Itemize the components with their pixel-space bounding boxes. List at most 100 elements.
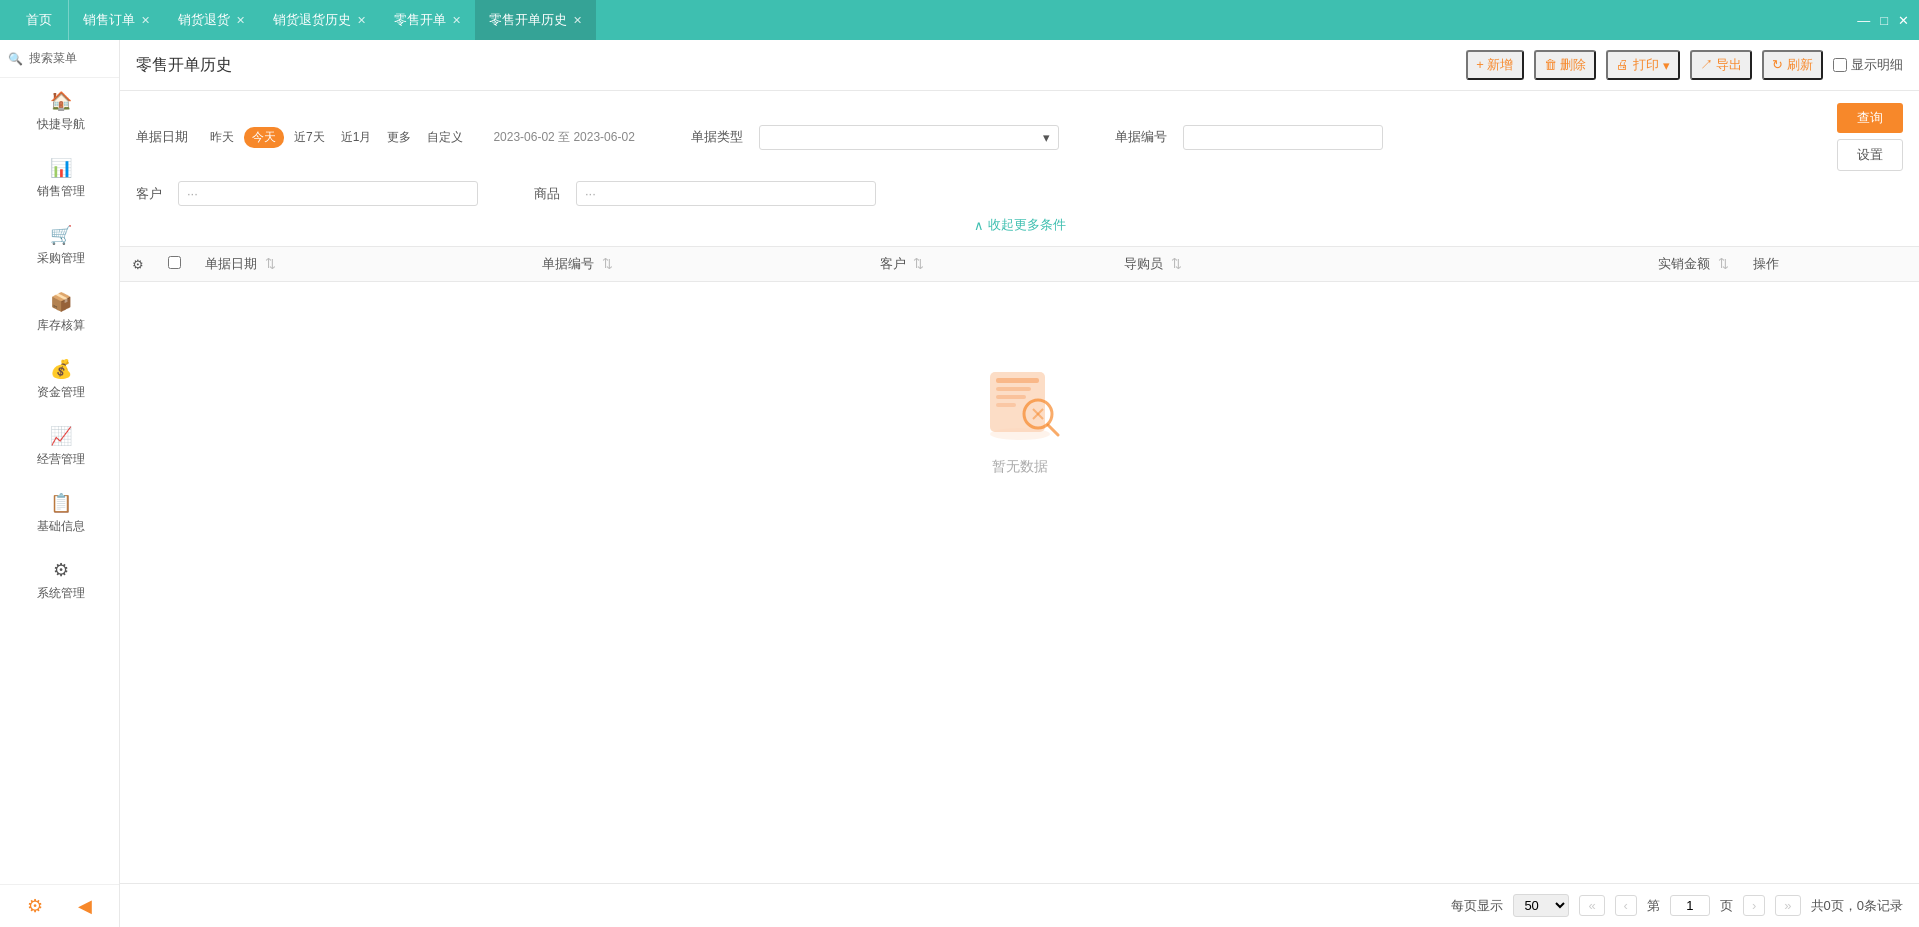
sidebar-collapse-icon[interactable]: ◀ [78,895,92,917]
sidebar-item-finance[interactable]: 💰 资金管理 [0,346,119,413]
tab-sales-order[interactable]: 销售订单 ✕ [69,0,164,40]
show-detail-checkbox[interactable] [1833,58,1847,72]
content-area: 零售开单历史 + 新增 🗑 删除 🖨 打印 ▾ ↗ 导出 ↻ 刷新 显示明细 单… [120,40,1919,927]
inventory-icon: 📦 [50,291,72,313]
tab-sales-return[interactable]: 销货退货 ✕ [164,0,259,40]
goods-select[interactable]: ··· [576,181,876,206]
close-sales-order[interactable]: ✕ [141,14,150,27]
tab-sales-return-history[interactable]: 销货退货历史 ✕ [259,0,380,40]
purchase-mgmt-icon: 🛒 [50,224,72,246]
refresh-button[interactable]: ↻ 刷新 [1762,50,1823,80]
maximize-btn[interactable]: □ [1880,13,1888,28]
search-icon: 🔍 [8,52,23,66]
date-btn-yesterday[interactable]: 昨天 [204,127,240,148]
close-sales-return-history[interactable]: ✕ [357,14,366,27]
top-nav: 首页 销售订单 ✕ 销货退货 ✕ 销货退货历史 ✕ 零售开单 ✕ 零售开单历史 … [0,0,1919,40]
date-btn-custom[interactable]: 自定义 [421,127,469,148]
sidebar-item-basic-info[interactable]: 📋 基础信息 [0,480,119,547]
sidebar-item-label: 库存核算 [37,317,85,334]
sidebar: 🔍 搜索菜单 🏠 快捷导航 📊 销售管理 🛒 采购管理 📦 库存核算 💰 资金管… [0,40,120,927]
current-page-input[interactable] [1670,895,1710,916]
svg-rect-5 [996,403,1016,407]
add-button[interactable]: + 新增 [1466,50,1523,80]
tab-retail-history[interactable]: 零售开单历史 ✕ [475,0,596,40]
sidebar-item-sales-mgmt[interactable]: 📊 销售管理 [0,145,119,212]
date-range-display: 2023-06-02 至 2023-06-02 [493,129,634,146]
sidebar-item-inventory[interactable]: 📦 库存核算 [0,279,119,346]
sidebar-item-label: 销售管理 [37,183,85,200]
select-all-checkbox[interactable] [168,256,181,269]
sidebar-item-label: 系统管理 [37,585,85,602]
date-btn-more[interactable]: 更多 [381,127,417,148]
first-page-btn[interactable]: « [1579,895,1604,916]
per-page-label: 每页显示 [1451,897,1503,915]
th-date[interactable]: 单据日期 ⇅ [193,247,530,282]
svg-rect-2 [996,378,1039,383]
sort-number-icon: ⇅ [602,256,613,271]
per-page-select[interactable]: 50 10 20 100 [1513,894,1569,917]
type-select[interactable]: ▾ [759,125,1059,150]
window-controls: — □ ✕ [1857,13,1909,28]
toolbar: 零售开单历史 + 新增 🗑 删除 🖨 打印 ▾ ↗ 导出 ↻ 刷新 显示明细 [120,40,1919,91]
prev-page-btn[interactable]: ‹ [1615,895,1637,916]
th-guide[interactable]: 导购员 ⇅ [1112,247,1403,282]
collapse-button[interactable]: ∧ 收起更多条件 [136,216,1903,234]
page-title: 零售开单历史 [136,55,232,76]
close-retail-open[interactable]: ✕ [452,14,461,27]
sidebar-settings-icon[interactable]: ⚙ [27,895,43,917]
sort-guide-icon: ⇅ [1171,256,1182,271]
next-page-btn[interactable]: › [1743,895,1765,916]
filter-row-1: 单据日期 昨天 今天 近7天 近1月 更多 自定义 2023-06-02 至 2… [136,103,1903,171]
empty-icon [970,362,1070,442]
page-end-label: 页 [1720,897,1733,915]
empty-state: 暂无数据 [120,282,1919,556]
sidebar-item-label: 基础信息 [37,518,85,535]
sort-customer-icon: ⇅ [913,256,924,271]
customer-select[interactable]: ··· [178,181,478,206]
number-label: 单据编号 [1115,128,1167,146]
print-button[interactable]: 🖨 打印 ▾ [1606,50,1680,80]
tab-home[interactable]: 首页 [10,0,69,40]
sidebar-item-label: 采购管理 [37,250,85,267]
date-buttons: 昨天 今天 近7天 近1月 更多 自定义 [204,127,469,148]
delete-button[interactable]: 🗑 删除 [1534,50,1597,80]
customer-dots: ··· [187,186,198,201]
date-btn-today[interactable]: 今天 [244,127,284,148]
th-amount[interactable]: 实销金额 ⇅ [1403,247,1740,282]
last-page-btn[interactable]: » [1775,895,1800,916]
collapse-label: 收起更多条件 [988,216,1066,234]
query-button[interactable]: 查询 [1837,103,1903,133]
settings-button[interactable]: 设置 [1837,139,1903,171]
query-buttons: 查询 设置 [1837,103,1903,171]
tab-retail-open[interactable]: 零售开单 ✕ [380,0,475,40]
sidebar-search[interactable]: 🔍 搜索菜单 [0,40,119,78]
close-retail-history[interactable]: ✕ [573,14,582,27]
date-btn-7days[interactable]: 近7天 [288,127,331,148]
sidebar-item-sys-mgmt[interactable]: ⚙ 系统管理 [0,547,119,614]
table-area: ⚙ 单据日期 ⇅ 单据编号 ⇅ 客户 ⇅ [120,247,1919,883]
total-text: 共0页，0条记录 [1811,897,1903,915]
show-detail-toggle[interactable]: 显示明细 [1833,56,1903,74]
sidebar-item-quick-nav[interactable]: 🏠 快捷导航 [0,78,119,145]
customer-label: 客户 [136,185,162,203]
th-settings[interactable]: ⚙ [120,247,156,282]
close-btn-window[interactable]: ✕ [1898,13,1909,28]
data-table: ⚙ 单据日期 ⇅ 单据编号 ⇅ 客户 ⇅ [120,247,1919,282]
sidebar-item-operations[interactable]: 📈 经营管理 [0,413,119,480]
number-input[interactable] [1183,125,1383,150]
filter-area: 单据日期 昨天 今天 近7天 近1月 更多 自定义 2023-06-02 至 2… [120,91,1919,247]
goods-label: 商品 [534,185,560,203]
close-sales-return[interactable]: ✕ [236,14,245,27]
sidebar-item-purchase-mgmt[interactable]: 🛒 采购管理 [0,212,119,279]
sort-amount-icon: ⇅ [1718,256,1729,271]
main-layout: 🔍 搜索菜单 🏠 快捷导航 📊 销售管理 🛒 采购管理 📦 库存核算 💰 资金管… [0,40,1919,927]
date-btn-1month[interactable]: 近1月 [335,127,378,148]
th-check[interactable] [156,247,193,282]
date-label: 单据日期 [136,128,188,146]
sort-date-icon: ⇅ [265,256,276,271]
export-button[interactable]: ↗ 导出 [1690,50,1753,80]
toolbar-actions: + 新增 🗑 删除 🖨 打印 ▾ ↗ 导出 ↻ 刷新 显示明细 [1466,50,1903,80]
minimize-btn[interactable]: — [1857,13,1870,28]
th-number[interactable]: 单据编号 ⇅ [530,247,867,282]
th-customer[interactable]: 客户 ⇅ [868,247,1113,282]
